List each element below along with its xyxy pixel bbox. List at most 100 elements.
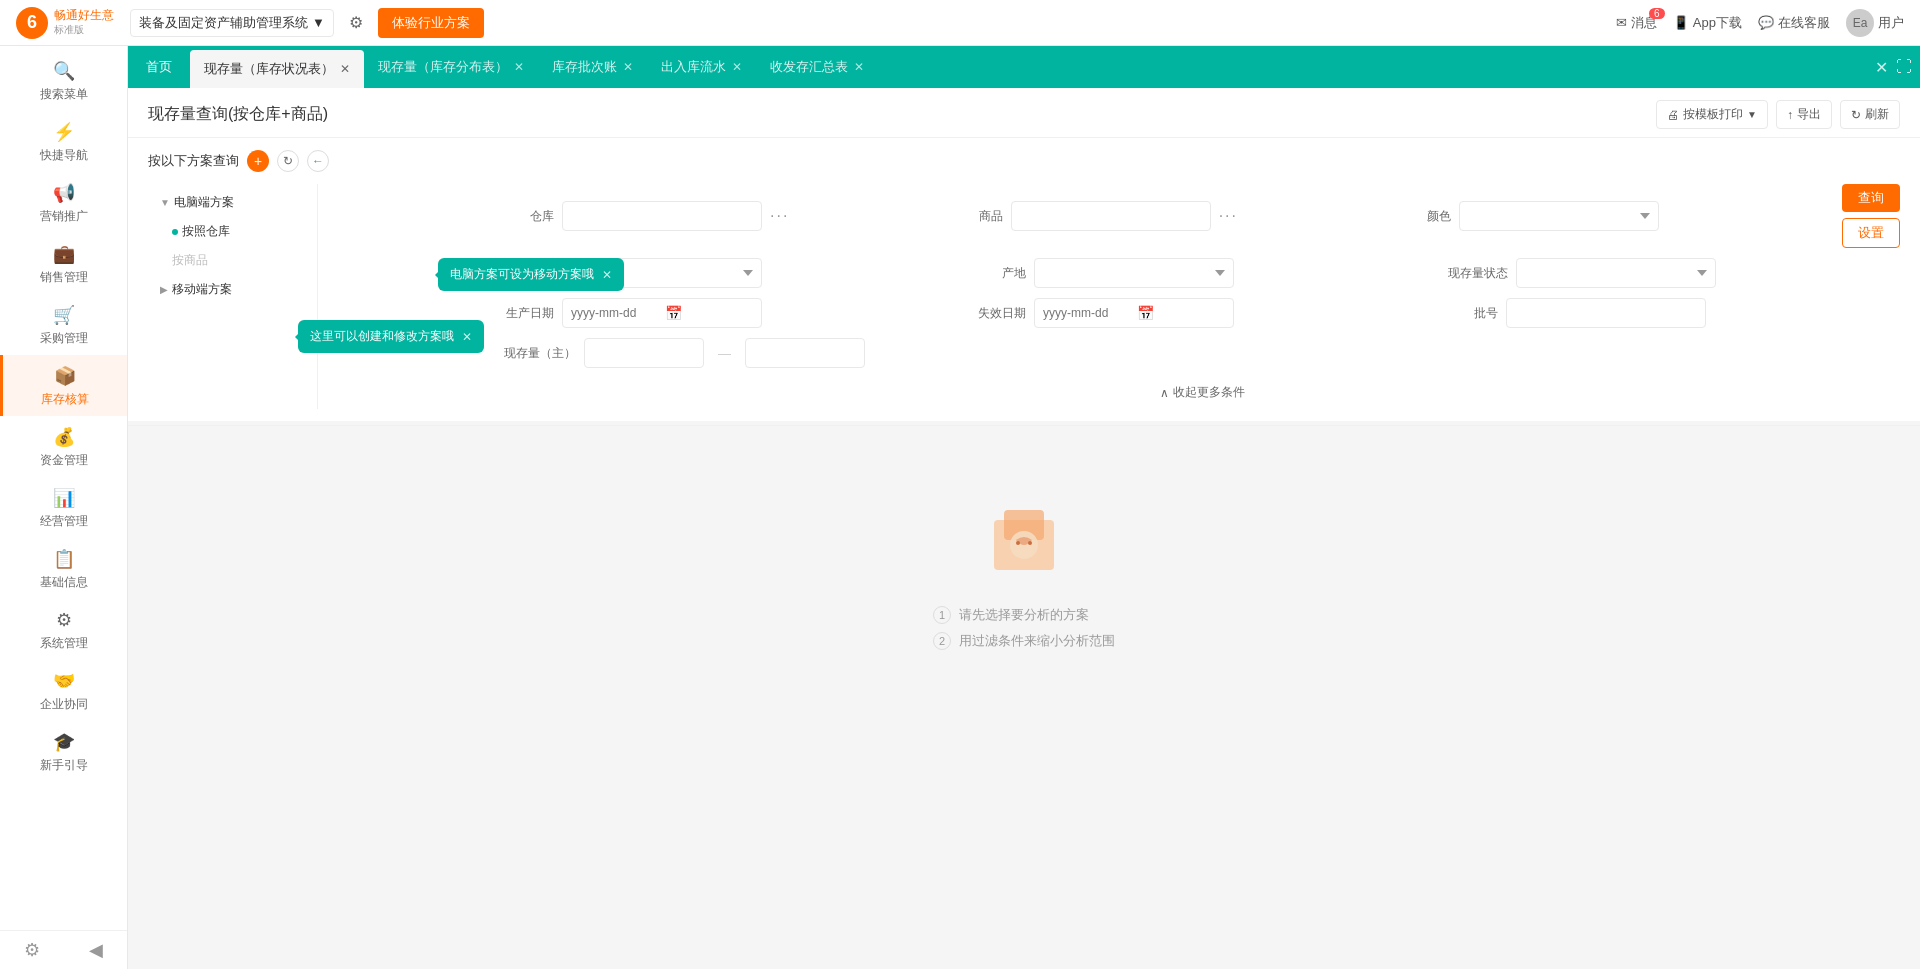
tab-home[interactable]: 首页 xyxy=(128,46,190,88)
step-2-text: 用过滤条件来缩小分析范围 xyxy=(959,632,1115,650)
stock-main-min-input[interactable] xyxy=(584,338,704,368)
tooltip-scheme-mobile: 电脑方案可设为移动方案哦 ✕ xyxy=(438,258,624,291)
message-icon: ✉ xyxy=(1616,15,1627,30)
sidebar-item-marketing[interactable]: 📢 营销推广 xyxy=(0,172,127,233)
filter-form: 仓库 ··· 商品 ··· 颜色 xyxy=(488,184,1900,409)
filter-add-button[interactable]: + xyxy=(247,150,269,172)
tab-maximize-button[interactable]: ⛶ xyxy=(1896,58,1912,76)
calendar-icon2[interactable]: 📅 xyxy=(1137,305,1154,321)
arrow-down-icon: ▼ xyxy=(1747,109,1757,120)
batch-label: 批号 xyxy=(1448,305,1498,322)
user-menu-button[interactable]: Ea 用户 xyxy=(1846,9,1904,37)
goods-more-icon[interactable]: ··· xyxy=(1219,207,1238,225)
trial-button[interactable]: 体验行业方案 xyxy=(378,8,484,38)
sidebar-collapse-button[interactable]: ◀ xyxy=(89,939,103,961)
query-button[interactable]: 查询 xyxy=(1842,184,1900,212)
page-title: 现存量查询(按仓库+商品) xyxy=(148,104,328,125)
tab-batch-label: 库存批次账 xyxy=(552,58,617,76)
service-icon: 💬 xyxy=(1758,15,1774,30)
tab-inventory-dist-label: 现存量（库存分布表） xyxy=(378,58,508,76)
tab-close-icon[interactable]: ✕ xyxy=(340,62,350,76)
produce-date-input[interactable] xyxy=(571,306,661,320)
expire-date-field: 失效日期 📅 xyxy=(976,298,1428,328)
empty-steps: 1 请先选择要分析的方案 2 用过滤条件来缩小分析范围 xyxy=(933,606,1115,650)
filter-row-1: 仓库 ··· 商品 ··· 颜色 xyxy=(504,184,1900,248)
print-icon: 🖨 xyxy=(1667,108,1679,122)
collapse-button[interactable]: ∧ 收起更多条件 xyxy=(1160,384,1245,401)
chevron-up-icon: ∧ xyxy=(1160,386,1169,400)
sidebar-settings-button[interactable]: ⚙ xyxy=(24,939,40,961)
warehouse-more-icon[interactable]: ··· xyxy=(770,207,789,225)
expire-date-input[interactable] xyxy=(1043,306,1133,320)
step-1-num: 1 xyxy=(933,606,951,624)
logo-area: 6 畅通好生意 标准版 xyxy=(16,7,114,39)
batch-input[interactable] xyxy=(1506,298,1706,328)
stock-status-select[interactable] xyxy=(1516,258,1716,288)
filter-row-2: 尺码 产地 现存量状态 xyxy=(504,258,1900,288)
warehouse-input[interactable] xyxy=(562,201,762,231)
origin-select[interactable] xyxy=(1034,258,1234,288)
scheme-goods-label: 按商品 xyxy=(172,252,208,269)
tab-close-icon3[interactable]: ✕ xyxy=(623,60,633,74)
logo-text-area: 畅通好生意 标准版 xyxy=(54,8,114,38)
tab-flow[interactable]: 出入库流水 ✕ xyxy=(647,46,756,88)
sidebar-item-purchase[interactable]: 🛒 采购管理 xyxy=(0,294,127,355)
print-template-button[interactable]: 🖨 按模板打印 ▼ xyxy=(1656,100,1768,129)
tab-inventory-status-label: 现存量（库存状况表） xyxy=(204,60,334,78)
management-icon: 📊 xyxy=(53,487,75,509)
tooltip1-close-button[interactable]: ✕ xyxy=(602,268,612,282)
online-service-button[interactable]: 💬 在线客服 xyxy=(1758,14,1830,32)
app-download-button[interactable]: 📱 App下载 xyxy=(1673,14,1742,32)
filter-back-button[interactable]: ← xyxy=(307,150,329,172)
scheme-section-mobile: ▶ 移动端方案 xyxy=(148,275,317,304)
batch-field: 批号 xyxy=(1448,298,1900,328)
filter-row-3: 生产日期 📅 失效日期 xyxy=(504,298,1900,328)
system-selector[interactable]: 装备及固定资产辅助管理系统 ▼ xyxy=(130,9,334,37)
filter-refresh-button[interactable]: ↻ xyxy=(277,150,299,172)
export-icon: ↑ xyxy=(1787,108,1793,122)
tab-inventory-dist[interactable]: 现存量（库存分布表） ✕ xyxy=(364,46,538,88)
color-select[interactable] xyxy=(1459,201,1659,231)
tooltip2-close-button[interactable]: ✕ xyxy=(462,330,472,344)
color-label: 颜色 xyxy=(1401,208,1451,225)
tab-inventory-status[interactable]: 现存量（库存状况表） ✕ xyxy=(190,50,364,88)
produce-date-input-wrap: 📅 xyxy=(562,298,762,328)
system-icon: ⚙ xyxy=(56,609,72,631)
tab-close-all-button[interactable]: ✕ xyxy=(1875,58,1888,77)
sidebar-item-sales[interactable]: 💼 销售管理 xyxy=(0,233,127,294)
warehouse-field: 仓库 ··· xyxy=(504,201,933,231)
stock-main-label: 现存量（主） xyxy=(504,345,576,362)
divider xyxy=(128,425,1920,426)
sidebar-item-inventory[interactable]: 📦 库存核算 xyxy=(0,355,127,416)
scheme-pc-label: 电脑端方案 xyxy=(174,194,234,211)
export-button[interactable]: ↑ 导出 xyxy=(1776,100,1832,129)
sidebar-item-management[interactable]: 📊 经营管理 xyxy=(0,477,127,538)
sidebar-item-guide[interactable]: 🎓 新手引导 xyxy=(0,721,127,782)
tab-close-icon5[interactable]: ✕ xyxy=(854,60,864,74)
sidebar-item-system[interactable]: ⚙ 系统管理 xyxy=(0,599,127,660)
sidebar-label-enterprise: 企业协同 xyxy=(40,696,88,713)
sidebar-item-enterprise[interactable]: 🤝 企业协同 xyxy=(0,660,127,721)
sidebar-item-quick-nav[interactable]: ⚡ 快捷导航 xyxy=(0,111,127,172)
logo-badge: 标准版 xyxy=(54,23,114,37)
goods-input[interactable] xyxy=(1011,201,1211,231)
sidebar-item-search[interactable]: 🔍 搜索菜单 xyxy=(0,50,127,111)
reset-button[interactable]: 设置 xyxy=(1842,218,1900,248)
scheme-warehouse-label: 按照仓库 xyxy=(182,223,230,240)
tab-summary[interactable]: 收发存汇总表 ✕ xyxy=(756,46,878,88)
tab-batch[interactable]: 库存批次账 ✕ xyxy=(538,46,647,88)
sidebar-item-finance[interactable]: 💰 资金管理 xyxy=(0,416,127,477)
refresh-button[interactable]: ↻ 刷新 xyxy=(1840,100,1900,129)
produce-date-label: 生产日期 xyxy=(504,305,554,322)
calendar-icon[interactable]: 📅 xyxy=(665,305,682,321)
settings-button[interactable]: ⚙ xyxy=(342,9,370,37)
sidebar-label-basic: 基础信息 xyxy=(40,574,88,591)
expire-date-input-wrap: 📅 xyxy=(1034,298,1234,328)
sidebar-item-basic[interactable]: 📋 基础信息 xyxy=(0,538,127,599)
tab-close-icon4[interactable]: ✕ xyxy=(732,60,742,74)
scheme-item-goods[interactable]: 按商品 xyxy=(148,246,317,275)
notification-button[interactable]: ✉ 消息 6 xyxy=(1616,14,1657,32)
tab-close-icon2[interactable]: ✕ xyxy=(514,60,524,74)
stock-main-max-input[interactable] xyxy=(745,338,865,368)
scheme-item-warehouse[interactable]: 按照仓库 xyxy=(148,217,317,246)
